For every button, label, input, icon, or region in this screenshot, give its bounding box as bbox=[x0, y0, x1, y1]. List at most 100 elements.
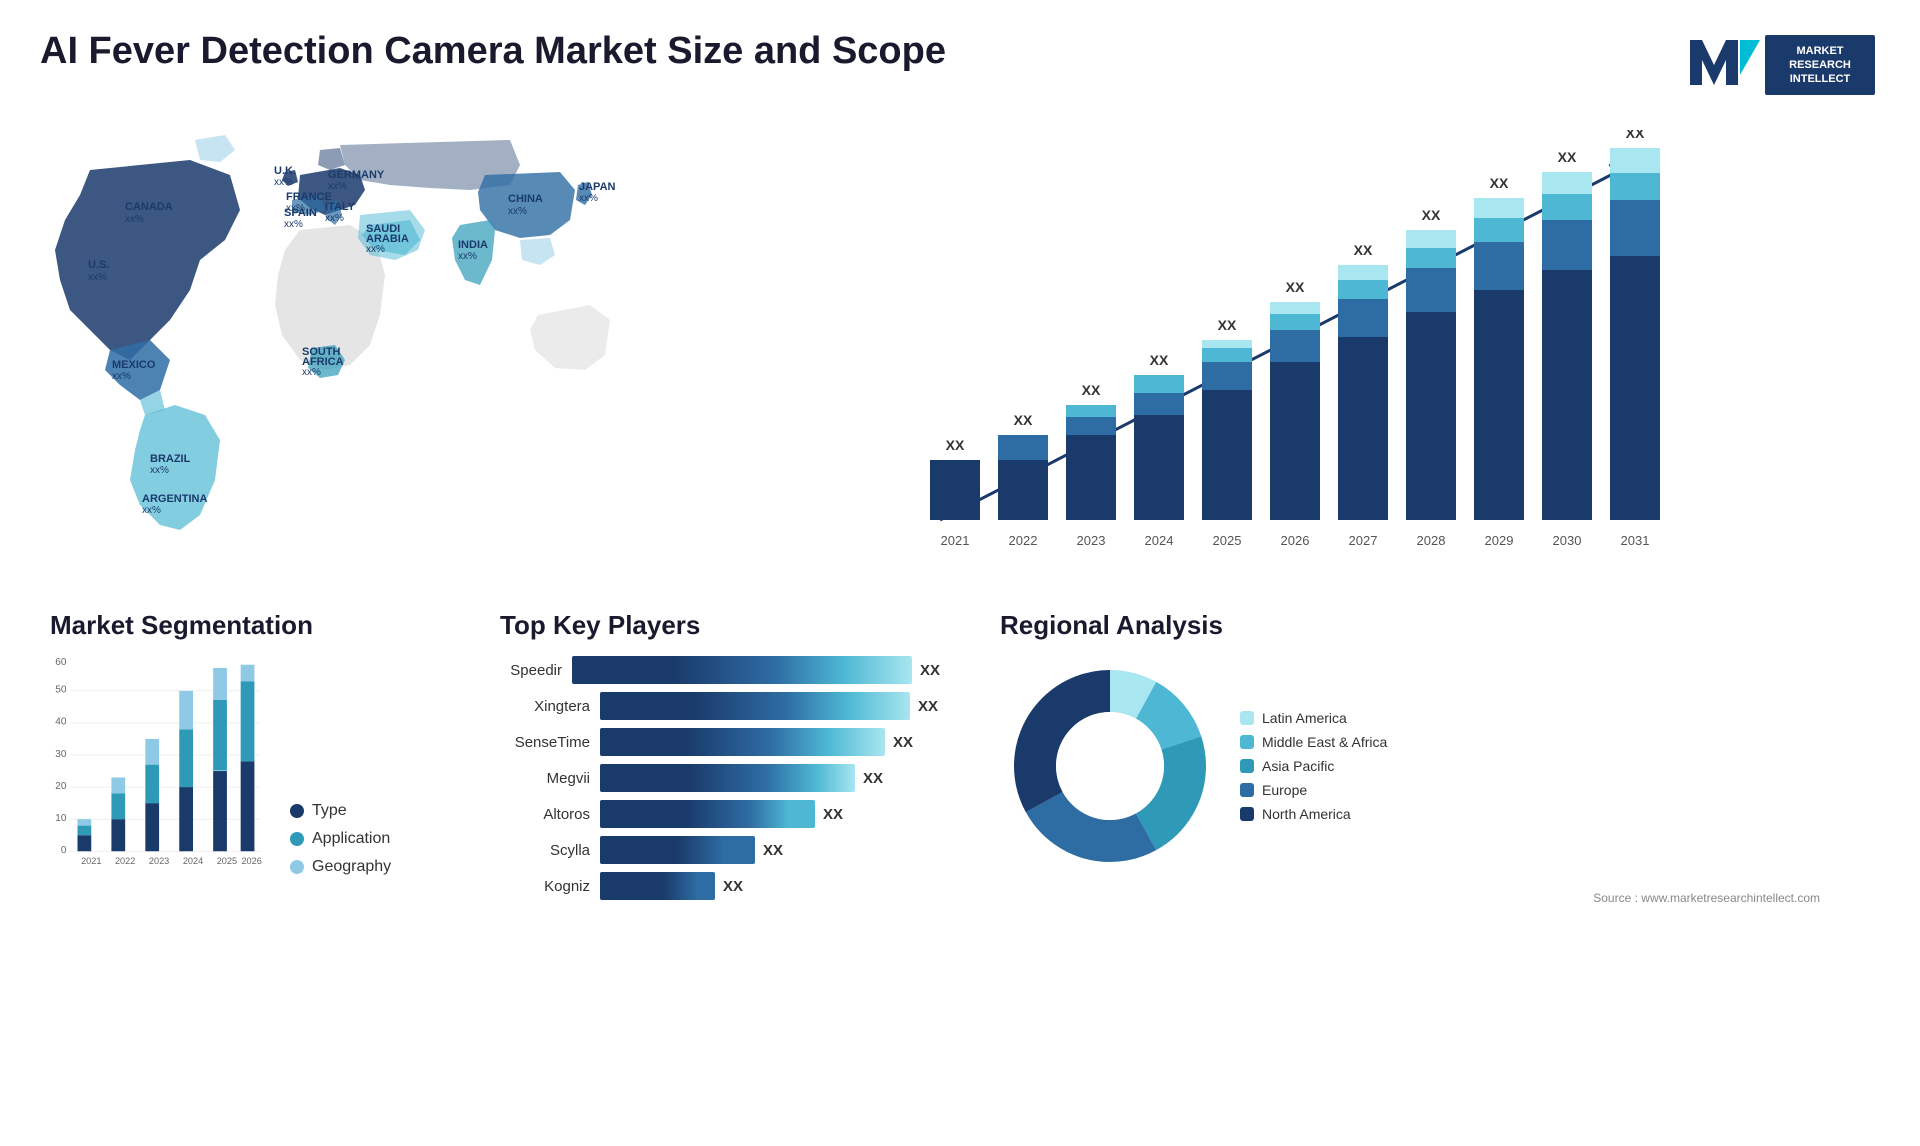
player-bar-container: XX bbox=[600, 692, 938, 720]
player-name: SenseTime bbox=[500, 734, 590, 751]
svg-text:2024: 2024 bbox=[183, 856, 203, 866]
player-bar bbox=[572, 656, 912, 684]
player-bar-container: XX bbox=[600, 872, 743, 900]
svg-text:XX: XX bbox=[1490, 175, 1509, 191]
svg-text:xx%: xx% bbox=[150, 465, 169, 476]
legend-color-europe bbox=[1240, 783, 1254, 797]
player-row: Megvii XX bbox=[500, 764, 940, 792]
svg-text:XX: XX bbox=[1150, 352, 1169, 368]
spain-label: SPAIN bbox=[284, 207, 317, 219]
bar-chart-section: XX 2021 XX 2022 XX 2023 XX 2024 bbox=[660, 110, 1900, 590]
svg-text:2022: 2022 bbox=[115, 856, 135, 866]
legend-middle-east: Middle East & Africa bbox=[1240, 734, 1387, 750]
player-bar-container: XX bbox=[600, 836, 783, 864]
legend-asia-pacific: Asia Pacific bbox=[1240, 758, 1387, 774]
players-list: Speedir XX Xingtera XX SenseTime bbox=[500, 656, 940, 900]
legend-type: Type bbox=[290, 802, 391, 820]
legend-europe: Europe bbox=[1240, 782, 1387, 798]
legend-application: Application bbox=[290, 830, 391, 848]
donut-container: Latin America Middle East & Africa Asia … bbox=[1000, 656, 1860, 876]
svg-text:xx%: xx% bbox=[508, 206, 527, 217]
legend-north-america: North America bbox=[1240, 806, 1387, 822]
svg-text:xx%: xx% bbox=[88, 272, 107, 283]
svg-text:40: 40 bbox=[55, 717, 67, 728]
svg-text:XX: XX bbox=[946, 437, 965, 453]
svg-text:2030: 2030 bbox=[1553, 533, 1582, 548]
player-row: Scylla XX bbox=[500, 836, 940, 864]
player-name: Kogniz bbox=[500, 878, 590, 895]
player-bar-container: XX bbox=[572, 656, 940, 684]
svg-text:xx%: xx% bbox=[125, 214, 144, 225]
player-name: Xingtera bbox=[500, 698, 590, 715]
player-bar bbox=[600, 836, 755, 864]
legend-latin-america: Latin America bbox=[1240, 710, 1387, 726]
canada-label: CANADA bbox=[125, 201, 173, 213]
player-val: XX bbox=[723, 878, 743, 895]
china-label: CHINA bbox=[508, 193, 543, 205]
italy-label: ITALY bbox=[325, 201, 356, 213]
legend-text-middle-east: Middle East & Africa bbox=[1262, 734, 1387, 750]
legend-dot-type bbox=[290, 804, 304, 818]
svg-text:XX: XX bbox=[1218, 317, 1237, 333]
legend-label-type: Type bbox=[312, 802, 347, 820]
seg-chart-container: 0 10 20 30 40 50 60 2021 bbox=[50, 656, 450, 876]
svg-text:MARKET: MARKET bbox=[1796, 45, 1843, 57]
player-val: XX bbox=[918, 698, 938, 715]
player-row: Xingtera XX bbox=[500, 692, 940, 720]
svg-text:xx%: xx% bbox=[112, 371, 131, 382]
player-row: Kogniz XX bbox=[500, 872, 940, 900]
key-players-section: Top Key Players Speedir XX Xingtera XX bbox=[480, 600, 960, 915]
growth-chart-svg: XX 2021 XX 2022 XX 2023 XX 2024 bbox=[700, 130, 1860, 570]
world-map-section: CANADA xx% U.S. xx% MEXICO xx% BRAZIL xx… bbox=[20, 110, 660, 590]
svg-text:xx%: xx% bbox=[302, 367, 321, 378]
player-name: Altoros bbox=[500, 806, 590, 823]
player-val: XX bbox=[863, 770, 883, 787]
page-header: AI Fever Detection Camera Market Size an… bbox=[0, 0, 1920, 110]
legend-label-geography: Geography bbox=[312, 858, 391, 876]
svg-text:xx%: xx% bbox=[274, 177, 293, 188]
market-segmentation-section: Market Segmentation 0 10 20 30 40 50 60 bbox=[40, 600, 460, 915]
japan-label: JAPAN bbox=[579, 181, 616, 193]
svg-text:xx%: xx% bbox=[579, 193, 598, 204]
player-bar bbox=[600, 728, 885, 756]
svg-text:2027: 2027 bbox=[1349, 533, 1378, 548]
main-content: CANADA xx% U.S. xx% MEXICO xx% BRAZIL xx… bbox=[0, 110, 1920, 925]
player-name: Megvii bbox=[500, 770, 590, 787]
legend-text-north-america: North America bbox=[1262, 806, 1351, 822]
svg-text:xx%: xx% bbox=[458, 251, 477, 262]
legend-color-latin-america bbox=[1240, 711, 1254, 725]
svg-text:INTELLECT: INTELLECT bbox=[1790, 73, 1851, 85]
svg-text:XX: XX bbox=[1422, 207, 1441, 223]
logo-area: MARKET RESEARCH INTELLECT bbox=[1680, 30, 1880, 100]
legend-text-latin-america: Latin America bbox=[1262, 710, 1347, 726]
player-val: XX bbox=[823, 806, 843, 823]
player-val: XX bbox=[893, 734, 913, 751]
legend-dot-geography bbox=[290, 860, 304, 874]
segmentation-chart-svg: 0 10 20 30 40 50 60 2021 bbox=[50, 656, 270, 876]
donut-chart-svg bbox=[1000, 656, 1220, 876]
svg-text:2021: 2021 bbox=[941, 533, 970, 548]
svg-text:2021: 2021 bbox=[81, 856, 101, 866]
legend-text-europe: Europe bbox=[1262, 782, 1307, 798]
svg-text:10: 10 bbox=[55, 813, 67, 824]
germany-label: GERMANY bbox=[328, 169, 385, 181]
svg-text:XX: XX bbox=[1354, 242, 1373, 258]
svg-text:60: 60 bbox=[55, 657, 67, 668]
legend-label-application: Application bbox=[312, 830, 390, 848]
svg-text:xx%: xx% bbox=[328, 181, 347, 192]
player-bar bbox=[600, 800, 815, 828]
svg-text:20: 20 bbox=[55, 781, 67, 792]
segmentation-title: Market Segmentation bbox=[50, 610, 450, 641]
logo-svg: MARKET RESEARCH INTELLECT bbox=[1680, 30, 1880, 100]
player-val: XX bbox=[920, 662, 940, 679]
player-bar bbox=[600, 872, 715, 900]
donut-legend: Latin America Middle East & Africa Asia … bbox=[1240, 710, 1387, 822]
legend-color-asia-pacific bbox=[1240, 759, 1254, 773]
key-players-title: Top Key Players bbox=[500, 610, 940, 641]
svg-text:2022: 2022 bbox=[1009, 533, 1038, 548]
player-bar-container: XX bbox=[600, 728, 913, 756]
player-name: Speedir bbox=[500, 662, 562, 679]
legend-dot-application bbox=[290, 832, 304, 846]
argentina-label: ARGENTINA bbox=[142, 493, 207, 505]
legend-color-north-america bbox=[1240, 807, 1254, 821]
